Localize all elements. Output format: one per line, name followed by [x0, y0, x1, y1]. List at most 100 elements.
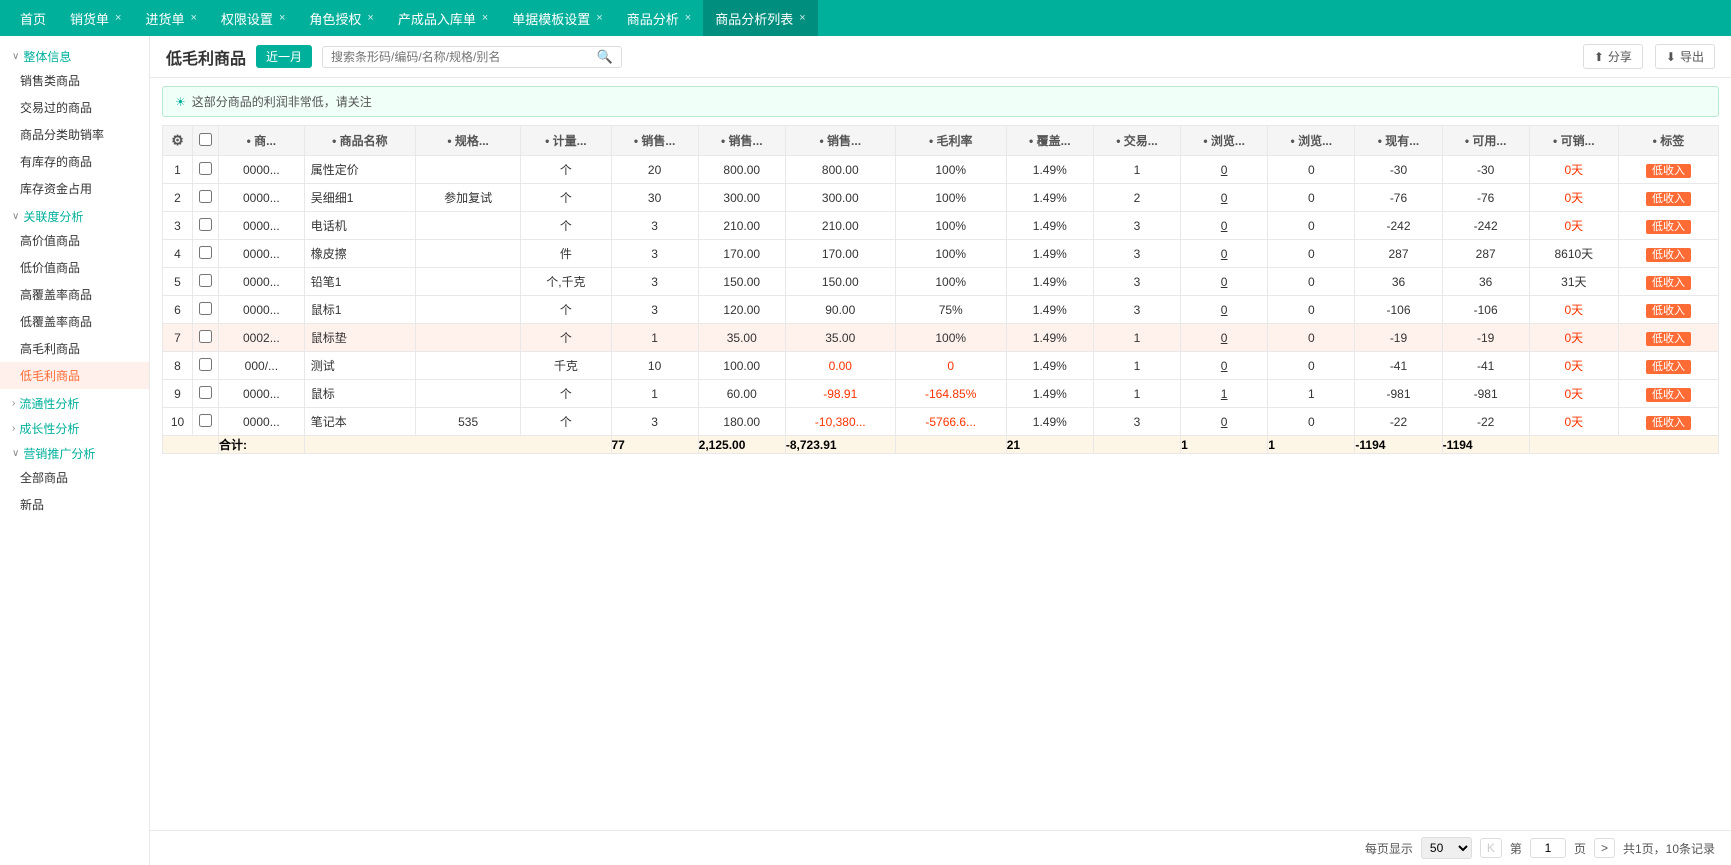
cell-view1[interactable]: 0 [1181, 240, 1268, 268]
table-wrapper[interactable]: ⚙ • 商... • 商品名称 • 规格... • 计量... • 销售... … [162, 125, 1719, 830]
cell-view1[interactable]: 0 [1181, 296, 1268, 324]
th-spec[interactable]: • 规格... [416, 126, 521, 156]
close-icon[interactable]: × [685, 12, 691, 24]
close-icon[interactable]: × [799, 12, 805, 24]
cell-checkbox[interactable] [193, 352, 219, 380]
sidebar-item-capital[interactable]: 库存资金占用 [0, 175, 149, 202]
cell-margin-rate: 75% [895, 296, 1006, 324]
th-code[interactable]: • 商... [219, 126, 305, 156]
cell-view1[interactable]: 0 [1181, 156, 1268, 184]
content-header: 低毛利商品 近一月 🔍 ⬆ 分享 ⬇ 导出 [150, 36, 1731, 78]
export-button[interactable]: ⬇ 导出 [1655, 44, 1715, 69]
cell-view1[interactable]: 0 [1181, 184, 1268, 212]
close-icon[interactable]: × [279, 12, 285, 24]
cell-margin-rate: 0 [895, 352, 1006, 380]
th-sales-qty[interactable]: • 销售... [611, 126, 698, 156]
cell-view1[interactable]: 0 [1181, 352, 1268, 380]
cell-checkbox[interactable] [193, 324, 219, 352]
cell-checkbox[interactable] [193, 408, 219, 436]
th-sales-profit[interactable]: • 销售... [785, 126, 895, 156]
sidebar-group-growth[interactable]: › 成长性分析 [0, 414, 149, 439]
th-available[interactable]: • 可用... [1442, 126, 1529, 156]
cell-sales-qty: 20 [611, 156, 698, 184]
sidebar-group-association[interactable]: ∨ 关联度分析 [0, 202, 149, 227]
th-view2[interactable]: • 浏览... [1268, 126, 1355, 156]
cell-checkbox[interactable] [193, 268, 219, 296]
cell-checkbox[interactable] [193, 156, 219, 184]
nav-home[interactable]: 首页 [8, 0, 58, 36]
cell-view1[interactable]: 0 [1181, 212, 1268, 240]
cell-margin-rate: 100% [895, 184, 1006, 212]
select-all-checkbox[interactable] [199, 133, 212, 146]
sidebar-item-low-margin[interactable]: 低毛利商品 [0, 362, 149, 389]
cell-checkbox[interactable] [193, 380, 219, 408]
cell-checkbox[interactable] [193, 212, 219, 240]
sidebar-group-marketing[interactable]: ∨ 营销推广分析 [0, 439, 149, 464]
nav-product-in[interactable]: 产成品入库单 × [386, 0, 500, 36]
sidebar-item-new-goods[interactable]: 新品 [0, 491, 149, 518]
close-icon[interactable]: × [367, 12, 373, 24]
cell-checkbox[interactable] [193, 184, 219, 212]
cell-sales-profit: 210.00 [785, 212, 895, 240]
cell-transaction: 1 [1093, 324, 1180, 352]
th-current-stock[interactable]: • 现有... [1355, 126, 1442, 156]
nav-sales[interactable]: 销货单 × [58, 0, 133, 36]
table-row: 8 000/... 测试 千克 10 100.00 0.00 0 1.49% 1… [163, 352, 1719, 380]
cell-settings: 4 [163, 240, 193, 268]
sidebar: ∨ 整体信息 销售类商品 交易过的商品 商品分类助销率 有库存的商品 库存资金占… [0, 36, 150, 865]
search-input[interactable] [331, 50, 597, 64]
sidebar-item-sales-goods[interactable]: 销售类商品 [0, 67, 149, 94]
sidebar-item-low-coverage[interactable]: 低覆盖率商品 [0, 308, 149, 335]
cell-view1[interactable]: 1 [1181, 380, 1268, 408]
sidebar-item-category-rate[interactable]: 商品分类助销率 [0, 121, 149, 148]
th-sales-price[interactable]: • 销售... [698, 126, 785, 156]
sidebar-group-circulation[interactable]: › 流通性分析 [0, 389, 149, 414]
cell-spec [416, 296, 521, 324]
cell-saleable: 0天 [1529, 352, 1618, 380]
sidebar-item-low-value[interactable]: 低价值商品 [0, 254, 149, 281]
th-margin-rate[interactable]: • 毛利率 [895, 126, 1006, 156]
page-number-input[interactable] [1530, 838, 1566, 858]
cell-view2: 0 [1268, 268, 1355, 296]
th-tag[interactable]: • 标签 [1618, 126, 1718, 156]
th-transaction[interactable]: • 交易... [1093, 126, 1180, 156]
close-icon[interactable]: × [596, 12, 602, 24]
cell-view1[interactable]: 0 [1181, 324, 1268, 352]
th-unit[interactable]: • 计量... [521, 126, 611, 156]
nav-purchase[interactable]: 进货单 × [133, 0, 208, 36]
close-icon[interactable]: × [190, 12, 196, 24]
nav-permission[interactable]: 权限设置 × [209, 0, 297, 36]
sidebar-item-traded[interactable]: 交易过的商品 [0, 94, 149, 121]
nav-template[interactable]: 单据模板设置 × [500, 0, 614, 36]
sidebar-item-high-value[interactable]: 高价值商品 [0, 227, 149, 254]
sidebar-group-overall[interactable]: ∨ 整体信息 [0, 42, 149, 67]
th-coverage[interactable]: • 覆盖... [1006, 126, 1093, 156]
th-view1[interactable]: • 浏览... [1181, 126, 1268, 156]
first-page-button[interactable]: K [1480, 838, 1502, 858]
cell-settings: 3 [163, 212, 193, 240]
cell-spec [416, 240, 521, 268]
time-filter-button[interactable]: 近一月 [256, 45, 312, 68]
cell-checkbox[interactable] [193, 296, 219, 324]
nav-role[interactable]: 角色授权 × [297, 0, 385, 36]
cell-spec [416, 212, 521, 240]
close-icon[interactable]: × [115, 12, 121, 24]
nav-analysis-list[interactable]: 商品分析列表 × [703, 0, 817, 36]
close-icon[interactable]: × [482, 12, 488, 24]
per-page-select[interactable]: 50 100 200 [1421, 837, 1472, 859]
sidebar-item-in-stock[interactable]: 有库存的商品 [0, 148, 149, 175]
main-layout: ∨ 整体信息 销售类商品 交易过的商品 商品分类助销率 有库存的商品 库存资金占… [0, 36, 1731, 865]
sidebar-item-high-coverage[interactable]: 高覆盖率商品 [0, 281, 149, 308]
next-page-button[interactable]: > [1594, 838, 1615, 858]
sidebar-item-high-margin[interactable]: 高毛利商品 [0, 335, 149, 362]
cell-view1[interactable]: 0 [1181, 268, 1268, 296]
sidebar-item-all-goods[interactable]: 全部商品 [0, 464, 149, 491]
cell-spec: 参加复试 [416, 184, 521, 212]
th-name[interactable]: • 商品名称 [304, 126, 415, 156]
cell-coverage: 1.49% [1006, 352, 1093, 380]
cell-view1[interactable]: 0 [1181, 408, 1268, 436]
th-saleable[interactable]: • 可销... [1529, 126, 1618, 156]
cell-checkbox[interactable] [193, 240, 219, 268]
nav-analysis[interactable]: 商品分析 × [615, 0, 703, 36]
share-button[interactable]: ⬆ 分享 [1583, 44, 1643, 69]
